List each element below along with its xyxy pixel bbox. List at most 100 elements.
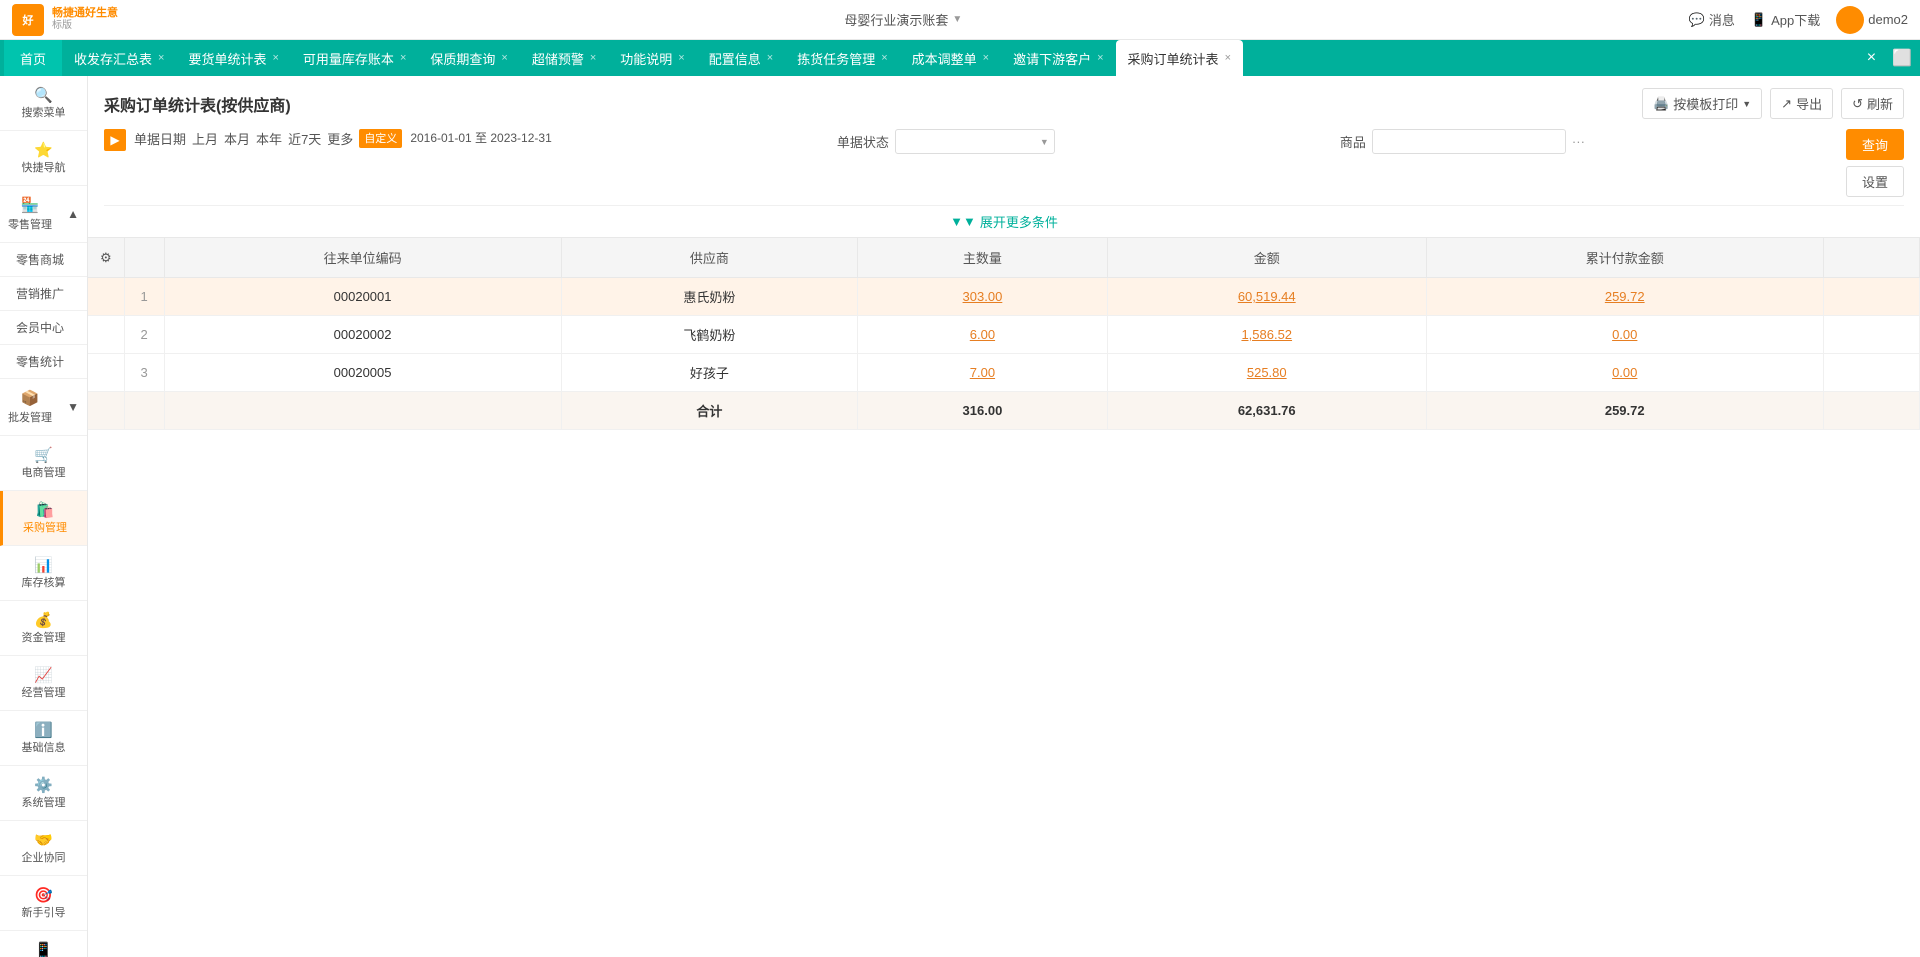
refresh-icon: ↺ bbox=[1852, 96, 1863, 112]
td-paid-amount: 259.72 bbox=[1426, 278, 1823, 316]
td-amount: 60,519.44 bbox=[1107, 278, 1426, 316]
tab-chaochuyujing[interactable]: 超储预警 × bbox=[520, 40, 608, 76]
footer-label bbox=[164, 392, 561, 430]
sidebar-item-guide[interactable]: 🎯 新手引导 bbox=[0, 876, 87, 931]
shortcut-this-year[interactable]: 本年 bbox=[256, 129, 282, 148]
sidebar-item-members[interactable]: 会员中心 bbox=[0, 311, 87, 345]
shopping-icon: 🛍️ bbox=[7, 501, 83, 519]
sidebar-item-retail[interactable]: 🏪 零售管理 ▲ bbox=[0, 186, 87, 243]
tab-baozhi[interactable]: 保质期查询 × bbox=[418, 40, 519, 76]
table-body: 1 00020001 惠氏奶粉 303.00 60,519.44 259.72 … bbox=[88, 278, 1920, 392]
download-icon: 📱 bbox=[1751, 12, 1767, 28]
close-all-btn[interactable]: × bbox=[1863, 45, 1880, 71]
goods-input[interactable] bbox=[1372, 129, 1566, 154]
expand-icon: ▼▼ bbox=[950, 214, 976, 229]
tab-jianhuo[interactable]: 拣货任务管理 × bbox=[785, 40, 899, 76]
date-range-display: 2016-01-01 至 2023-12-31 bbox=[410, 129, 551, 146]
tab-shoufasong[interactable]: 收发存汇总表 × bbox=[62, 40, 176, 76]
close-icon[interactable]: × bbox=[881, 52, 887, 64]
query-btn[interactable]: 查询 bbox=[1846, 129, 1904, 160]
tab-keyongliang[interactable]: 可用量库存账本 × bbox=[291, 40, 418, 76]
close-icon[interactable]: × bbox=[1097, 52, 1103, 64]
shortcut-last-month[interactable]: 上月 bbox=[192, 129, 218, 148]
sidebar-item-system[interactable]: ⚙️ 系统管理 bbox=[0, 766, 87, 821]
tab-yaohuo[interactable]: 要货单统计表 × bbox=[176, 40, 290, 76]
close-icon[interactable]: × bbox=[678, 52, 684, 64]
search-icon: 🔍 bbox=[4, 86, 83, 104]
td-quantity: 7.00 bbox=[858, 354, 1107, 392]
tab-gongneng[interactable]: 功能说明 × bbox=[608, 40, 696, 76]
tab-yaoqing[interactable]: 邀请下游客户 × bbox=[1001, 40, 1115, 76]
td-paid-amount: 0.00 bbox=[1426, 354, 1823, 392]
shortcut-7days[interactable]: 近7天 bbox=[288, 129, 321, 148]
message-icon: 💬 bbox=[1689, 12, 1705, 28]
sidebar-item-app-center[interactable]: 📱 应用中心 bbox=[0, 931, 87, 957]
close-icon[interactable]: × bbox=[158, 52, 164, 64]
chevron-down-icon: ▼ bbox=[952, 14, 962, 25]
tab-chengben[interactable]: 成本调整单 × bbox=[900, 40, 1001, 76]
th-extra bbox=[1823, 238, 1919, 278]
main-table: ⚙ 往来单位编码 供应商 主数量 金额 累计付款金额 1 00020001 bbox=[88, 238, 1920, 430]
chart-icon: 📊 bbox=[4, 556, 83, 574]
td-settings bbox=[88, 354, 124, 392]
close-icon[interactable]: × bbox=[767, 52, 773, 64]
app-download-btn[interactable]: 📱 App下载 bbox=[1751, 10, 1820, 29]
export-btn[interactable]: ↗ 导出 bbox=[1770, 88, 1833, 119]
sidebar-item-shortcuts[interactable]: ⭐ 快捷导航 bbox=[0, 131, 87, 186]
sidebar-item-search[interactable]: 🔍 搜索菜单 bbox=[0, 76, 87, 131]
th-settings[interactable]: ⚙ bbox=[88, 238, 124, 278]
query-btn-area: 查询 设置 bbox=[1846, 129, 1904, 197]
expand-conditions-btn[interactable]: ▼▼ 展开更多条件 bbox=[950, 212, 1058, 231]
workspace-selector[interactable]: 母婴行业演示账套 ▼ bbox=[844, 10, 962, 29]
user-profile[interactable]: demo2 bbox=[1836, 6, 1908, 34]
sidebar-item-purchase[interactable]: 🛍️ 采购管理 bbox=[0, 491, 87, 546]
close-icon[interactable]: × bbox=[983, 52, 989, 64]
tab-peizhi[interactable]: 配置信息 × bbox=[697, 40, 785, 76]
table-row[interactable]: 3 00020005 好孩子 7.00 525.80 0.00 bbox=[88, 354, 1920, 392]
table-row[interactable]: 2 00020002 飞鹤奶粉 6.00 1,586.52 0.00 bbox=[88, 316, 1920, 354]
store-icon: 🏪 bbox=[21, 196, 40, 214]
sidebar-item-inventory[interactable]: 📊 库存核算 bbox=[0, 546, 87, 601]
refresh-btn[interactable]: ↺ 刷新 bbox=[1841, 88, 1904, 119]
footer-settings bbox=[88, 392, 124, 430]
print-icon: 🖨️ bbox=[1653, 96, 1669, 112]
td-extra bbox=[1823, 278, 1919, 316]
sidebar-item-ecommerce[interactable]: 🛒 电商管理 bbox=[0, 436, 87, 491]
message-btn[interactable]: 💬 消息 bbox=[1689, 10, 1735, 29]
sidebar-item-retail-stats[interactable]: 零售统计 bbox=[0, 345, 87, 379]
footer-row: 合计 316.00 62,631.76 259.72 bbox=[88, 392, 1920, 430]
close-icon[interactable]: × bbox=[272, 52, 278, 64]
goods-filter: 商品 ··· bbox=[1340, 129, 1585, 154]
page-title-row: 采购订单统计表(按供应商) 🖨️ 按模板打印 ▼ ↗ 导出 ↺ 刷新 bbox=[104, 88, 1904, 119]
template-print-btn[interactable]: 🖨️ 按模板打印 ▼ bbox=[1642, 88, 1762, 119]
close-icon[interactable]: × bbox=[501, 52, 507, 64]
sidebar-item-operations[interactable]: 📈 经营管理 bbox=[0, 656, 87, 711]
sidebar-item-wholesale[interactable]: 📦 批发管理 ▼ bbox=[0, 379, 87, 436]
close-icon[interactable]: × bbox=[590, 52, 596, 64]
sidebar-item-basic-info[interactable]: ℹ️ 基础信息 bbox=[0, 711, 87, 766]
tab-caigou-active[interactable]: 采购订单统计表 × bbox=[1116, 40, 1243, 76]
more-options-icon[interactable]: ··· bbox=[1572, 134, 1585, 149]
trend-icon: 📈 bbox=[4, 666, 83, 684]
sidebar-item-finance[interactable]: 💰 资金管理 bbox=[0, 601, 87, 656]
sidebar-item-collab[interactable]: 🤝 企业协同 bbox=[0, 821, 87, 876]
gear-icon: ⚙️ bbox=[4, 776, 83, 794]
tab-home[interactable]: 首页 bbox=[4, 40, 62, 76]
date-filter: 单据日期 上月 本月 本年 近7天 更多 自定义 bbox=[134, 129, 402, 148]
table-footer: 合计 316.00 62,631.76 259.72 bbox=[88, 392, 1920, 430]
filter-toggle-btn[interactable]: ▶ bbox=[104, 129, 126, 151]
maximize-btn[interactable]: ⬜ bbox=[1888, 44, 1916, 72]
status-select[interactable] bbox=[895, 129, 1055, 154]
close-icon[interactable]: × bbox=[1225, 52, 1231, 64]
td-extra bbox=[1823, 316, 1919, 354]
shortcut-more[interactable]: 更多 bbox=[327, 129, 353, 148]
th-supplier-name: 供应商 bbox=[561, 238, 858, 278]
sidebar-item-marketing[interactable]: 营销推广 bbox=[0, 277, 87, 311]
table-row[interactable]: 1 00020001 惠氏奶粉 303.00 60,519.44 259.72 bbox=[88, 278, 1920, 316]
td-settings bbox=[88, 316, 124, 354]
shortcut-this-month[interactable]: 本月 bbox=[224, 129, 250, 148]
sidebar-item-retail-shop[interactable]: 零售商城 bbox=[0, 243, 87, 277]
close-icon[interactable]: × bbox=[400, 52, 406, 64]
svg-text:好: 好 bbox=[22, 13, 34, 27]
settings-btn[interactable]: 设置 bbox=[1846, 166, 1904, 197]
